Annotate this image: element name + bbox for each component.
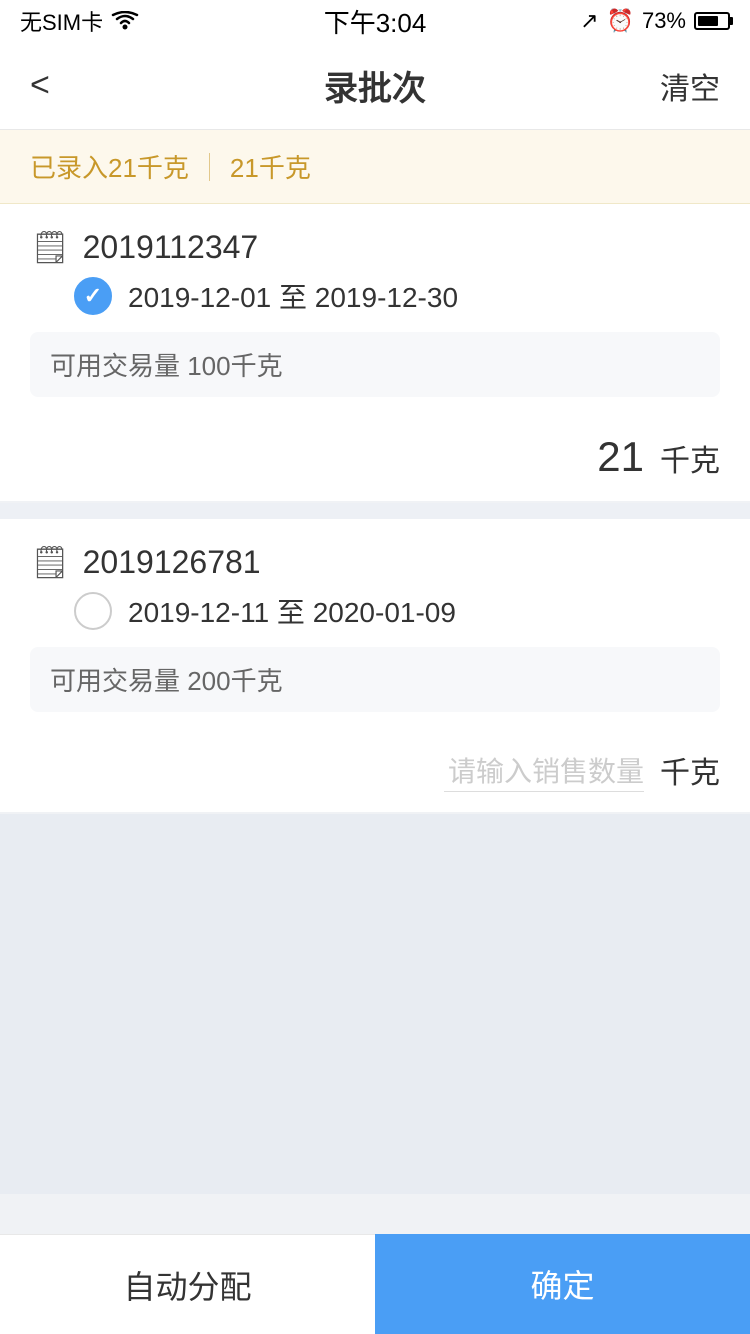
- summary-divider: [209, 153, 210, 181]
- alarm-icon: ⏰: [607, 8, 634, 34]
- status-bar: 无SIM卡 下午3:04 ↗ ⏰ 73%: [0, 0, 750, 42]
- summary-bar: 已录入21千克 21千克: [0, 130, 750, 204]
- carrier-text: 无SIM卡: [20, 5, 103, 37]
- batch-2-input-row: 请输入销售数量 千克: [0, 732, 750, 812]
- batch-1-icon: 🗒: [30, 228, 71, 266]
- wifi-icon: [111, 11, 139, 31]
- auto-distribute-button[interactable]: 自动分配: [0, 1234, 375, 1334]
- battery-indicator: [694, 12, 730, 30]
- confirm-button[interactable]: 确定: [375, 1234, 750, 1334]
- batch-1-id: 2019112347: [83, 229, 259, 266]
- batch-2-radio[interactable]: [74, 592, 112, 630]
- status-bar-left: 无SIM卡: [20, 5, 139, 37]
- batch-2-availability: 可用交易量 200千克: [30, 647, 720, 712]
- batch-2-unit: 千克: [660, 748, 720, 792]
- bottom-bar: 自动分配 确定: [0, 1234, 750, 1334]
- battery-percent: 73%: [642, 8, 686, 34]
- batch-1-radio[interactable]: [74, 277, 112, 315]
- summary-value: 21千克: [230, 148, 311, 185]
- batch-item-1: 🗒 2019112347 2019-12-01 至 2019-12-30 可用交…: [0, 204, 750, 501]
- batch-1-date-row[interactable]: 2019-12-01 至 2019-12-30: [0, 276, 750, 332]
- batch-2-header: 🗒 2019126781: [0, 519, 750, 591]
- page-title: 录批次: [324, 61, 426, 110]
- status-bar-right: ↗ ⏰ 73%: [580, 8, 730, 34]
- location-icon: ↗: [580, 8, 598, 34]
- batch-1-quantity-value: 21: [597, 433, 644, 481]
- batch-2-date-row[interactable]: 2019-12-11 至 2020-01-09: [0, 591, 750, 647]
- nav-bar: < 录批次 清空: [0, 42, 750, 130]
- batch-item-2: 🗒 2019126781 2019-12-11 至 2020-01-09 可用交…: [0, 519, 750, 812]
- clear-button[interactable]: 清空: [660, 64, 720, 108]
- batch-1-unit: 千克: [660, 436, 720, 480]
- section-divider: [0, 503, 750, 519]
- batch-2-id: 2019126781: [83, 544, 261, 581]
- batch-2-icon: 🗒: [30, 543, 71, 581]
- status-bar-time: 下午3:04: [324, 3, 427, 40]
- batch-1-header: 🗒 2019112347: [0, 204, 750, 276]
- batch-1-availability: 可用交易量 100千克: [30, 332, 720, 397]
- back-button[interactable]: <: [30, 66, 50, 105]
- batch-2-date: 2019-12-11 至 2020-01-09: [128, 591, 456, 631]
- empty-area: [0, 814, 750, 1194]
- batch-1-date: 2019-12-01 至 2019-12-30: [128, 276, 458, 316]
- batch-2-quantity-underline: 请输入销售数量: [444, 748, 644, 792]
- batch-1-quantity-row: 21 千克: [0, 417, 750, 501]
- summary-label: 已录入21千克: [30, 148, 189, 185]
- batch-2-placeholder: 请输入销售数量: [448, 750, 644, 790]
